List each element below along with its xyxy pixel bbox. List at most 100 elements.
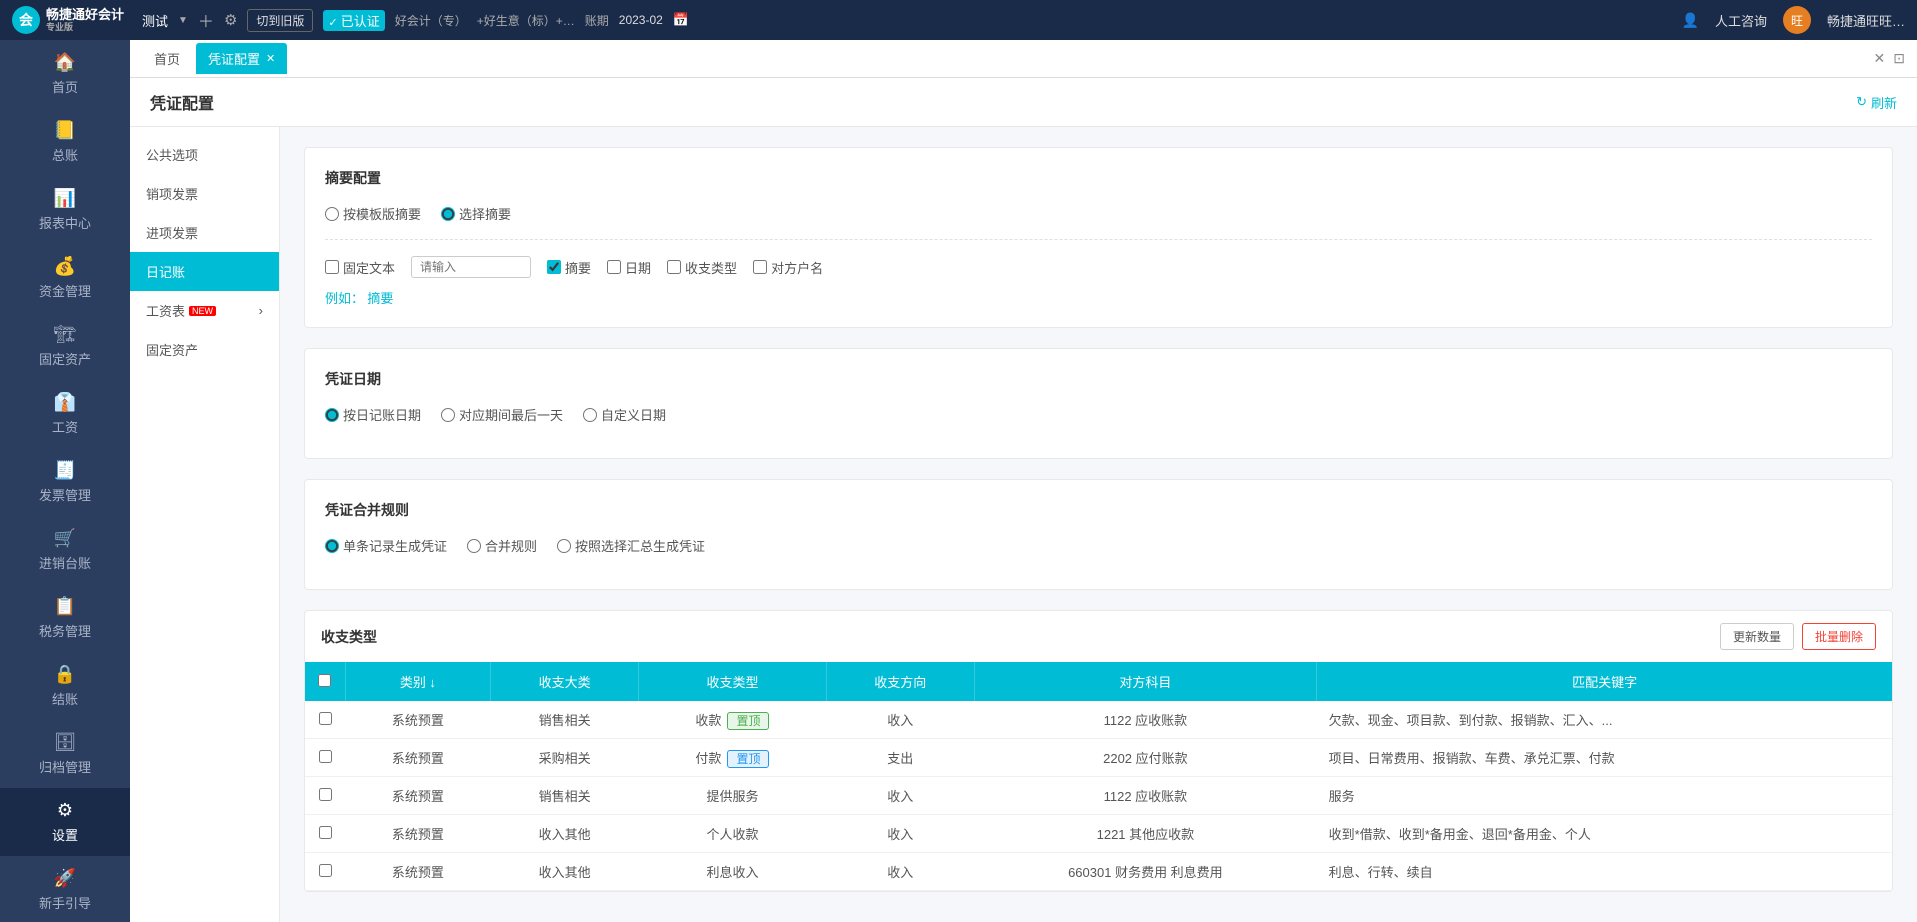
radio-custom-date[interactable]: 自定义日期 (583, 405, 666, 424)
left-nav-fixed-assets[interactable]: 固定资产 (130, 330, 279, 369)
row-direction: 支出 (826, 739, 974, 777)
sidebar-item-home[interactable]: 🏠 首页 (0, 40, 130, 108)
row-major-type: 收入其他 (491, 853, 639, 891)
sidebar-item-close[interactable]: 🔒 结账 (0, 652, 130, 720)
sidebar-label-guide: 新手引导 (39, 893, 91, 912)
date-radio-group: 按日记账日期 对应期间最后一天 自定义日期 (325, 405, 1872, 424)
sidebar-item-settings[interactable]: ⚙ 设置 (0, 788, 130, 856)
checkbox-summary[interactable]: 摘要 (547, 258, 591, 277)
row-account: 2202 应付账款 (974, 739, 1317, 777)
sidebar-item-tax[interactable]: 📋 税务管理 (0, 584, 130, 652)
row-major-type: 销售相关 (491, 777, 639, 815)
update-qty-button[interactable]: 更新数量 (1720, 623, 1794, 650)
guide-icon: 🚀 (54, 868, 76, 889)
new-badge: NEW (189, 306, 216, 316)
sidebar-item-assets[interactable]: 🏗 固定资产 (0, 312, 130, 380)
row-tag[interactable]: 置顶 (727, 750, 769, 768)
consulting-label[interactable]: 人工咨询 (1715, 11, 1767, 30)
sidebar-label-salary: 工资 (52, 417, 78, 436)
sidebar-label-settings: 设置 (52, 825, 78, 844)
checkbox-date[interactable]: 日期 (607, 258, 651, 277)
settings-icon[interactable]: ⚙ (224, 11, 237, 29)
checkbox-income-type[interactable]: 收支类型 (667, 258, 737, 277)
radio-select[interactable]: 选择摘要 (441, 204, 511, 223)
payroll-expand-icon[interactable]: › (259, 303, 263, 318)
calendar-icon[interactable]: 📅 (673, 12, 689, 28)
row-tag[interactable]: 置顶 (727, 712, 769, 730)
row-category: 系统预置 (345, 739, 491, 777)
summary-radio-group: 按模板版摘要 选择摘要 (325, 204, 1872, 223)
row-checkbox[interactable] (319, 826, 332, 839)
funds-icon: 💰 (54, 256, 76, 277)
tab-home[interactable]: 首页 (142, 43, 192, 74)
sidebar-item-archive[interactable]: 🗄 归档管理 (0, 720, 130, 788)
radio-period-last[interactable]: 对应期间最后一天 (441, 405, 563, 424)
table-row: 系统预置销售相关收款置顶收入1122 应收账款欠款、现金、项目款、到付款、报销款… (305, 701, 1892, 739)
col-keywords: 匹配关键字 (1317, 662, 1892, 701)
username[interactable]: 畅捷通旺旺… (1827, 11, 1905, 30)
content-area: 首页 凭证配置 ✕ ✕ ⊡ 凭证配置 ↻ 刷新 (130, 40, 1917, 922)
add-icon[interactable]: ＋ (198, 8, 214, 32)
archive-icon: 🗄 (54, 732, 77, 753)
radio-journal-date[interactable]: 按日记账日期 (325, 405, 421, 424)
tab-close-window-icon[interactable]: ✕ (1874, 50, 1886, 67)
sidebar-item-invoices[interactable]: 🧾 发票管理 (0, 448, 130, 516)
row-major-type: 收入其他 (491, 815, 639, 853)
row-checkbox[interactable] (319, 712, 332, 725)
sidebar-item-ledger[interactable]: 📒 总账 (0, 108, 130, 176)
batch-delete-button[interactable]: 批量删除 (1802, 623, 1876, 650)
table-row: 系统预置收入其他利息收入收入660301 财务费用 利息费用利息、行转、续自 (305, 853, 1892, 891)
period-label: 账期 (585, 12, 609, 29)
checkbox-counterparty[interactable]: 对方户名 (753, 258, 823, 277)
close-period-icon: 🔒 (54, 664, 76, 685)
switch-version-button[interactable]: 切到旧版 (247, 9, 313, 32)
sidebar-item-reports[interactable]: 📊 报表中心 (0, 176, 130, 244)
merge-section: 凭证合并规则 单条记录生成凭证 合并规则 (304, 479, 1893, 590)
row-checkbox[interactable] (319, 864, 332, 877)
radio-single[interactable]: 单条记录生成凭证 (325, 536, 447, 555)
sidebar-item-funds[interactable]: 💰 资金管理 (0, 244, 130, 312)
left-nav: 公共选项 销项发票 进项发票 日记账 工资表 NEW (130, 127, 280, 922)
tab-voucher-config[interactable]: 凭证配置 ✕ (196, 43, 287, 74)
row-category: 系统预置 (345, 701, 491, 739)
radio-template[interactable]: 按模板版摘要 (325, 204, 421, 223)
sidebar-label-funds: 资金管理 (39, 281, 91, 300)
tab-maximize-icon[interactable]: ⊡ (1893, 50, 1905, 67)
date-section: 凭证日期 按日记账日期 对应期间最后一天 (304, 348, 1893, 459)
company-dropdown-icon[interactable]: ▼ (178, 15, 188, 26)
sidebar-label-invoices: 发票管理 (39, 485, 91, 504)
fixed-text-input[interactable] (411, 256, 531, 278)
date-title: 凭证日期 (325, 369, 1872, 389)
biz-badge: +好生意（标）+… (477, 12, 575, 29)
select-all-checkbox[interactable] (318, 674, 331, 687)
logo-sub: 专业版 (46, 22, 124, 33)
row-major-type: 采购相关 (491, 739, 639, 777)
row-checkbox[interactable] (319, 788, 332, 801)
invoices-icon: 🧾 (54, 460, 76, 481)
left-nav-payroll[interactable]: 工资表 NEW › (130, 291, 279, 330)
row-category: 系统预置 (345, 853, 491, 891)
avatar[interactable]: 旺 (1783, 6, 1811, 34)
row-checkbox[interactable] (319, 750, 332, 763)
radio-summary[interactable]: 按照选择汇总生成凭证 (557, 536, 705, 555)
col-income-type: 收支类型 (638, 662, 826, 701)
sidebar-item-salary[interactable]: 👔 工资 (0, 380, 130, 448)
table-row: 系统预置销售相关提供服务收入1122 应收账款服务 (305, 777, 1892, 815)
refresh-button[interactable]: ↻ 刷新 (1856, 93, 1897, 124)
checkbox-fixed-text[interactable]: 固定文本 (325, 258, 395, 277)
row-account: 1122 应收账款 (974, 777, 1317, 815)
table-section-title: 收支类型 (321, 627, 377, 647)
left-nav-purchase-invoice[interactable]: 进项发票 (130, 213, 279, 252)
sidebar-item-guide[interactable]: 🚀 新手引导 (0, 856, 130, 922)
row-direction: 收入 (826, 701, 974, 739)
sidebar-item-purchases[interactable]: 🛒 进销台账 (0, 516, 130, 584)
tab-close-icon[interactable]: ✕ (266, 52, 275, 65)
radio-merge[interactable]: 合并规则 (467, 536, 537, 555)
income-expense-table: 类别 ↓ 收支大类 收支类型 收支方向 对方科目 匹配关键字 系统预置销售相关收… (305, 662, 1892, 891)
left-nav-sales-invoice[interactable]: 销项发票 (130, 174, 279, 213)
sidebar-label-reports: 报表中心 (39, 213, 91, 232)
refresh-icon: ↻ (1856, 94, 1867, 110)
left-nav-public[interactable]: 公共选项 (130, 135, 279, 174)
col-account: 对方科目 (974, 662, 1317, 701)
left-nav-journal[interactable]: 日记账 (130, 252, 279, 291)
